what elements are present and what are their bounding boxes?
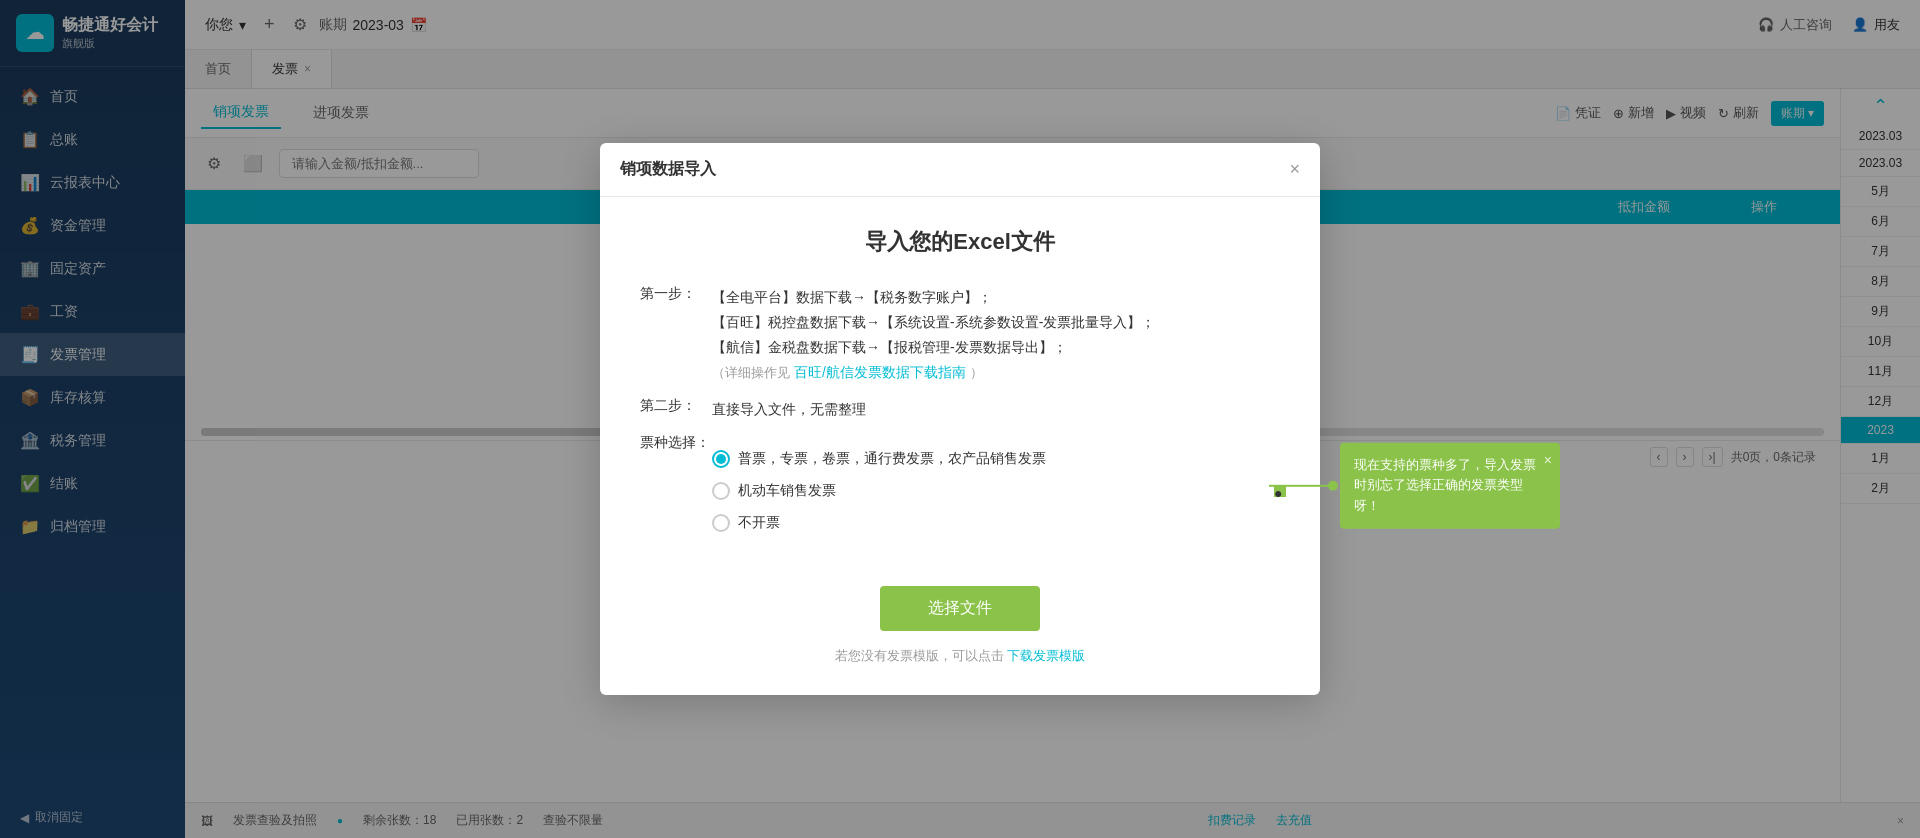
ticket-select-label: 票种选择： <box>640 434 712 562</box>
tooltip-wrapper: × 现在支持的票种多了，导入发票时别忘了选择正确的发票类型呀！ <box>1269 442 1560 528</box>
step1-row: 第一步： 【全电平台】数据下载→【税务数字账户】； 【百旺】税控盘数据下载→【系… <box>640 285 1280 386</box>
template-link-row: 若您没有发票模版，可以点击 下载发票模版 <box>640 647 1280 665</box>
radio-option-3[interactable]: 不开票 <box>712 514 1046 532</box>
radio-1-label: 普票，专票，卷票，通行费发票，农产品销售发票 <box>738 450 1046 468</box>
download-template-link[interactable]: 下载发票模版 <box>1007 648 1085 663</box>
tooltip-line <box>1269 485 1329 487</box>
template-note: 若您没有发票模版，可以点击 <box>835 648 1004 663</box>
step2-label: 第二步： <box>640 397 712 422</box>
import-dialog: 销项数据导入 × 导入您的Excel文件 第一步： 【全电平台】数据下载→【税务… <box>600 143 1320 696</box>
step1-note-row: （详细操作见 百旺/航信发票数据下载指南 ） <box>712 360 1280 385</box>
radio-1-circle[interactable] <box>712 450 730 468</box>
step2-row: 第二步： 直接导入文件，无需整理 <box>640 397 1280 422</box>
tooltip-close-btn[interactable]: × <box>1544 448 1552 470</box>
radio-2-label: 机动车销售发票 <box>738 482 836 500</box>
select-file-button[interactable]: 选择文件 <box>880 586 1040 631</box>
radio-option-1[interactable]: 普票，专票，卷票，通行费发票，农产品销售发票 <box>712 450 1046 468</box>
step1-line3: 【航信】金税盘数据下载→【报税管理-发票数据导出】； <box>712 335 1280 360</box>
step1-guide-link[interactable]: 百旺/航信发票数据下载指南 <box>794 364 966 380</box>
step1-line1: 【全电平台】数据下载→【税务数字账户】； <box>712 285 1280 310</box>
tooltip-text: 现在支持的票种多了，导入发票时别忘了选择正确的发票类型呀！ <box>1354 456 1536 513</box>
step1-note-suffix: ） <box>970 365 983 380</box>
step1-content: 【全电平台】数据下载→【税务数字账户】； 【百旺】税控盘数据下载→【系统设置-系… <box>712 285 1280 386</box>
dialog-title: 销项数据导入 <box>620 159 716 180</box>
radio-option-2[interactable]: 机动车销售发票 ● <box>712 482 1046 500</box>
radio-2-circle[interactable] <box>712 482 730 500</box>
ticket-select-row: 票种选择： 普票，专票，卷票，通行费发票，农产品销售发票 机动车销售发票 ● <box>640 434 1280 562</box>
modal-overlay[interactable]: 销项数据导入 × 导入您的Excel文件 第一步： 【全电平台】数据下载→【税务… <box>0 0 1920 838</box>
radio-group: 普票，专票，卷票，通行费发票，农产品销售发票 机动车销售发票 ● 不开票 <box>712 450 1046 546</box>
radio-3-circle[interactable] <box>712 514 730 532</box>
dialog-close-btn[interactable]: × <box>1289 159 1300 180</box>
radio-1-inner <box>716 454 726 464</box>
dialog-body: 导入您的Excel文件 第一步： 【全电平台】数据下载→【税务数字账户】； 【百… <box>600 197 1320 696</box>
tooltip-box: × 现在支持的票种多了，导入发票时别忘了选择正确的发票类型呀！ <box>1340 442 1560 528</box>
step2-content: 直接导入文件，无需整理 <box>712 397 1280 422</box>
radio-3-label: 不开票 <box>738 514 780 532</box>
dialog-header: 销项数据导入 × <box>600 143 1320 197</box>
step1-label: 第一步： <box>640 285 712 386</box>
tooltip-endpoint <box>1328 481 1338 491</box>
dialog-main-title: 导入您的Excel文件 <box>640 227 1280 257</box>
step1-note-prefix: （详细操作见 <box>712 365 790 380</box>
step1-line2: 【百旺】税控盘数据下载→【系统设置-系统参数设置-发票批量导入】； <box>712 310 1280 335</box>
